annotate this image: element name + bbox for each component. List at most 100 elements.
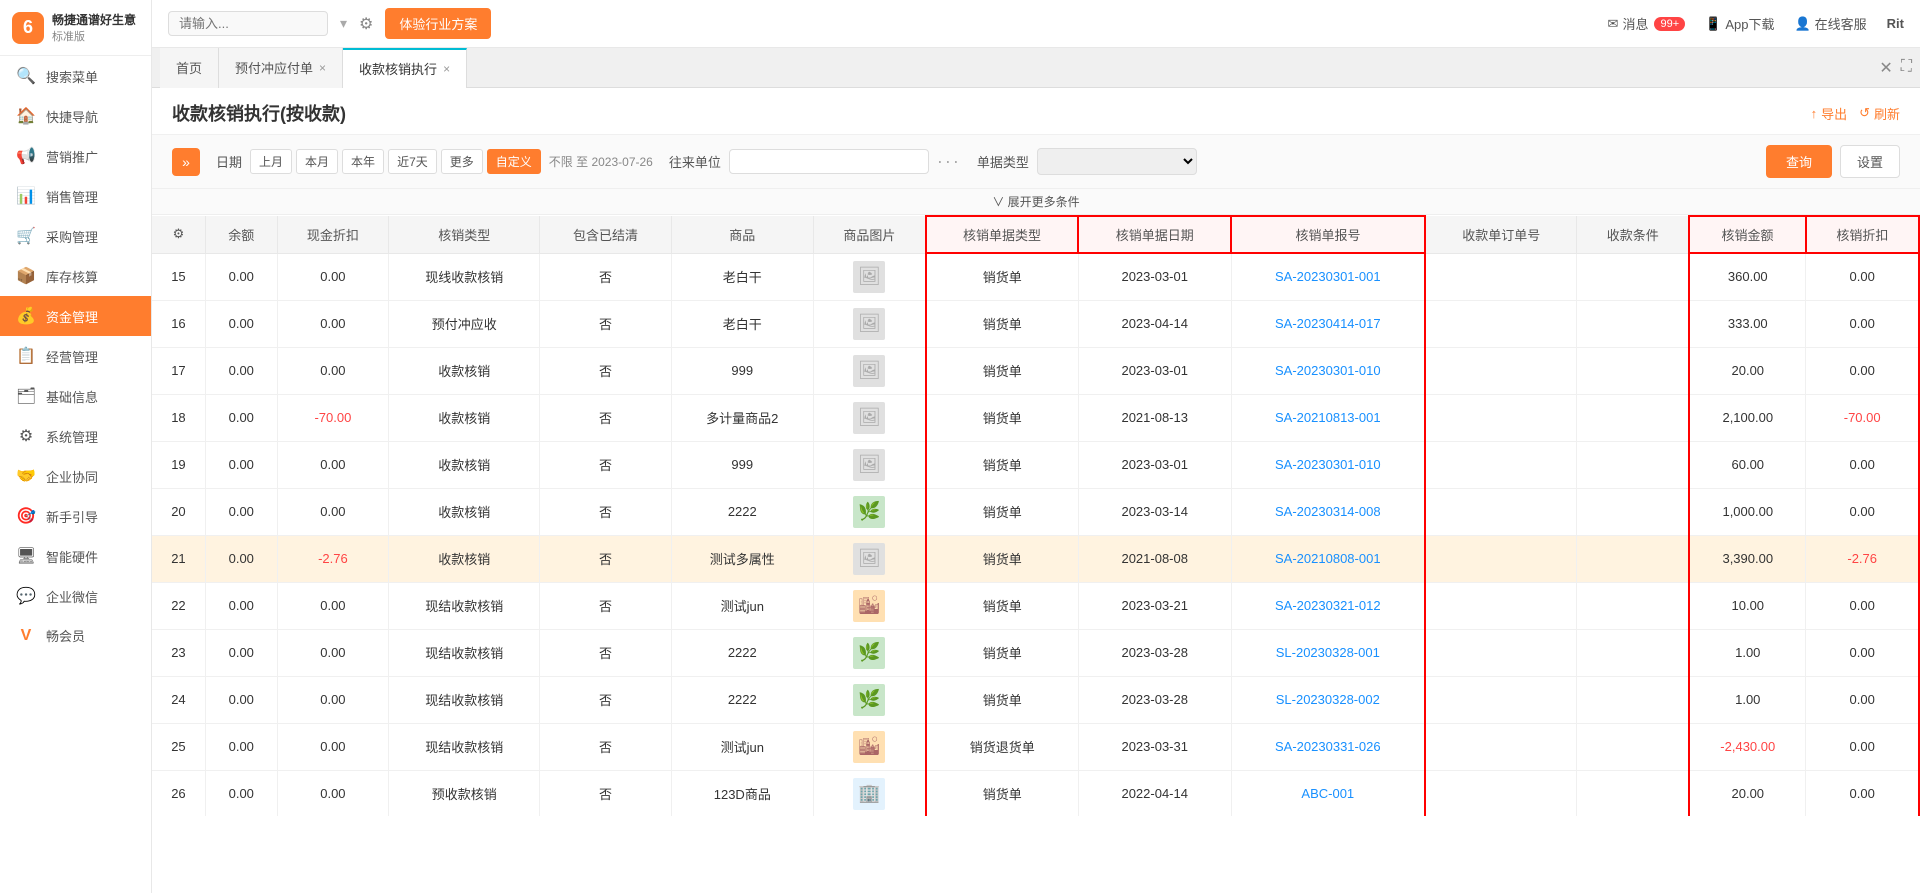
filter-settings-btn[interactable]: 设置: [1840, 145, 1900, 178]
filter-date-thisyear[interactable]: 本年: [342, 149, 384, 174]
cell-cash-discount: 0.00: [277, 582, 388, 629]
topbar-service-btn[interactable]: 👤 在线客服: [1794, 14, 1866, 33]
cell-include-settled: 否: [540, 723, 671, 770]
sidebar-item-operation[interactable]: 📋 经营管理: [0, 336, 151, 376]
cell-balance: 0.00: [205, 300, 277, 347]
cell-receipt-bill-no[interactable]: SA-20230301-010: [1231, 347, 1425, 394]
cell-goods-img: 🖼: [813, 394, 925, 441]
filter-date-7days[interactable]: 近7天: [388, 149, 437, 174]
cell-id: 20: [152, 488, 205, 535]
filter-date-custom[interactable]: 自定义: [487, 149, 541, 174]
cell-goods-img: 🏙: [813, 582, 925, 629]
cell-cash-discount: 0.00: [277, 347, 388, 394]
filter-bar: » 日期 上月 本月 本年 近7天 更多 自定义 不限 至 2023-07-26…: [152, 135, 1920, 189]
cell-receipt-bill-no[interactable]: SA-20210808-001: [1231, 535, 1425, 582]
filter-date-more[interactable]: 更多: [441, 149, 483, 174]
cell-receipt-bill-no[interactable]: SA-20230301-010: [1231, 441, 1425, 488]
sidebar-item-guide[interactable]: 🎯 新手引导: [0, 496, 151, 536]
tab-writeoff-close[interactable]: ×: [443, 62, 450, 76]
message-icon: ✉: [1608, 16, 1619, 32]
sidebar-item-finance[interactable]: 💰 资金管理: [0, 296, 151, 336]
cell-receipt-condition: [1577, 488, 1689, 535]
cell-receipt-bill-no[interactable]: SA-20230414-017: [1231, 300, 1425, 347]
sidebar-item-collab[interactable]: 🤝 企业协同: [0, 456, 151, 496]
sidebar-item-marketing[interactable]: 📢 营销推广: [0, 136, 151, 176]
sidebar-item-system[interactable]: ⚙ 系统管理: [0, 416, 151, 456]
cell-id: 17: [152, 347, 205, 394]
cell-writeoff-type: 现结收款核销: [389, 676, 540, 723]
sidebar-item-inventory[interactable]: 📦 库存核算: [0, 256, 151, 296]
tab-close-all-icon[interactable]: ✕: [1879, 58, 1892, 78]
cell-include-settled: 否: [540, 535, 671, 582]
cell-writeoff-type: 收款核销: [389, 347, 540, 394]
topbar-message-btn[interactable]: ✉ 消息 99+: [1608, 14, 1686, 33]
topbar-user-btn[interactable]: Rit: [1887, 16, 1904, 31]
sidebar-item-purchase[interactable]: 🛒 采购管理: [0, 216, 151, 256]
cell-id: 22: [152, 582, 205, 629]
sidebar-item-quicknav[interactable]: 🏠 快捷导航: [0, 96, 151, 136]
filter-expand-btn[interactable]: »: [172, 148, 200, 176]
cell-receipt-bill-no[interactable]: ABC-001: [1231, 770, 1425, 816]
tab-expand-icon[interactable]: ⛶: [1901, 58, 1912, 78]
tab-writeoff[interactable]: 收款核销执行 ×: [343, 48, 467, 88]
cell-receipt-bill-date: 2023-03-28: [1078, 676, 1231, 723]
cell-receipt-bill-no[interactable]: SA-20230321-012: [1231, 582, 1425, 629]
cell-goods-img: 🖼: [813, 441, 925, 488]
cell-goods-img: 🌿: [813, 488, 925, 535]
cell-writeoff-type: 预付冲应收: [389, 300, 540, 347]
sidebar-item-hardware[interactable]: 🖥 智能硬件: [0, 536, 151, 576]
cell-receipt-condition: [1577, 629, 1689, 676]
table-row: 26 0.00 0.00 预收款核销 否 123D商品 🏢 销货单 2022-0…: [152, 770, 1919, 816]
tab-prepay-close[interactable]: ×: [319, 61, 326, 75]
cell-receipt-bill-no[interactable]: SL-20230328-001: [1231, 629, 1425, 676]
cell-id: 24: [152, 676, 205, 723]
filter-date-lastmonth[interactable]: 上月: [250, 149, 292, 174]
sidebar-item-basic[interactable]: 🗂 基础信息: [0, 376, 151, 416]
topbar-settings-icon[interactable]: ⚙: [359, 14, 373, 34]
page-content: 收款核销执行(按收款) ↑ 导出 ↺ 刷新 » 日期 上月 本月 本: [152, 88, 1920, 893]
col-header-gear[interactable]: ⚙: [152, 216, 205, 253]
cell-cash-discount: 0.00: [277, 676, 388, 723]
cell-receipt-bill-type: 销货单: [926, 441, 1079, 488]
col-header-receipt-bill-date: 核销单据日期: [1078, 216, 1231, 253]
sidebar-item-member[interactable]: V 畅会员: [0, 616, 151, 655]
cell-receipt-bill-no[interactable]: SA-20230331-026: [1231, 723, 1425, 770]
cell-receipt-bill-no[interactable]: SA-20210813-001: [1231, 394, 1425, 441]
sidebar-item-wechat[interactable]: 💬 企业微信: [0, 576, 151, 616]
cell-include-settled: 否: [540, 488, 671, 535]
cell-receipt-bill-type: 销货单: [926, 629, 1079, 676]
col-header-receipt-order-no: 收款单订单号: [1425, 216, 1577, 253]
sidebar-item-search[interactable]: 🔍 搜索菜单: [0, 56, 151, 96]
cell-receipt-condition: [1577, 723, 1689, 770]
topbar-appdownload-btn[interactable]: 📱 App下载: [1705, 14, 1774, 33]
topbar-trial-btn[interactable]: 体验行业方案: [385, 8, 491, 39]
cell-goods: 999: [671, 441, 813, 488]
col-header-receipt-bill-no: 核销单报号: [1231, 216, 1425, 253]
tab-home[interactable]: 首页: [160, 48, 219, 88]
filter-date-thismonth[interactable]: 本月: [296, 149, 338, 174]
cell-include-settled: 否: [540, 300, 671, 347]
table-container[interactable]: ⚙ 余额 现金折扣 核销类型 包含已结清 商品 商品图片 核销单据类型 核销单据…: [152, 215, 1920, 816]
topbar-search-input[interactable]: [168, 11, 328, 36]
filter-query-btn[interactable]: 查询: [1766, 145, 1832, 178]
tab-prepay[interactable]: 预付冲应付单 ×: [219, 48, 343, 88]
export-btn[interactable]: ↑ 导出: [1811, 104, 1848, 123]
purchase-icon: 🛒: [16, 226, 36, 246]
cell-id: 26: [152, 770, 205, 816]
table-row: 21 0.00 -2.76 收款核销 否 测试多属性 🖼 销货单 2021-08…: [152, 535, 1919, 582]
filter-counterpart-input[interactable]: [729, 149, 929, 174]
expand-more-btn[interactable]: ∨ 展开更多条件: [992, 195, 1079, 209]
cell-cash-discount: -70.00: [277, 394, 388, 441]
cell-receipt-order-no: [1425, 253, 1577, 300]
filter-type-select[interactable]: [1037, 148, 1197, 175]
sidebar-item-sales[interactable]: 📊 销售管理: [0, 176, 151, 216]
cell-writeoff-amount: 2,100.00: [1689, 394, 1806, 441]
refresh-btn[interactable]: ↺ 刷新: [1859, 104, 1900, 123]
cell-receipt-bill-date: 2023-03-01: [1078, 441, 1231, 488]
member-icon: V: [16, 627, 36, 645]
table-row: 19 0.00 0.00 收款核销 否 999 🖼 销货单 2023-03-01…: [152, 441, 1919, 488]
topbar-dropdown-icon[interactable]: ▾: [340, 15, 347, 32]
cell-receipt-bill-no[interactable]: SA-20230314-008: [1231, 488, 1425, 535]
cell-receipt-bill-no[interactable]: SL-20230328-002: [1231, 676, 1425, 723]
cell-receipt-bill-no[interactable]: SA-20230301-001: [1231, 253, 1425, 300]
